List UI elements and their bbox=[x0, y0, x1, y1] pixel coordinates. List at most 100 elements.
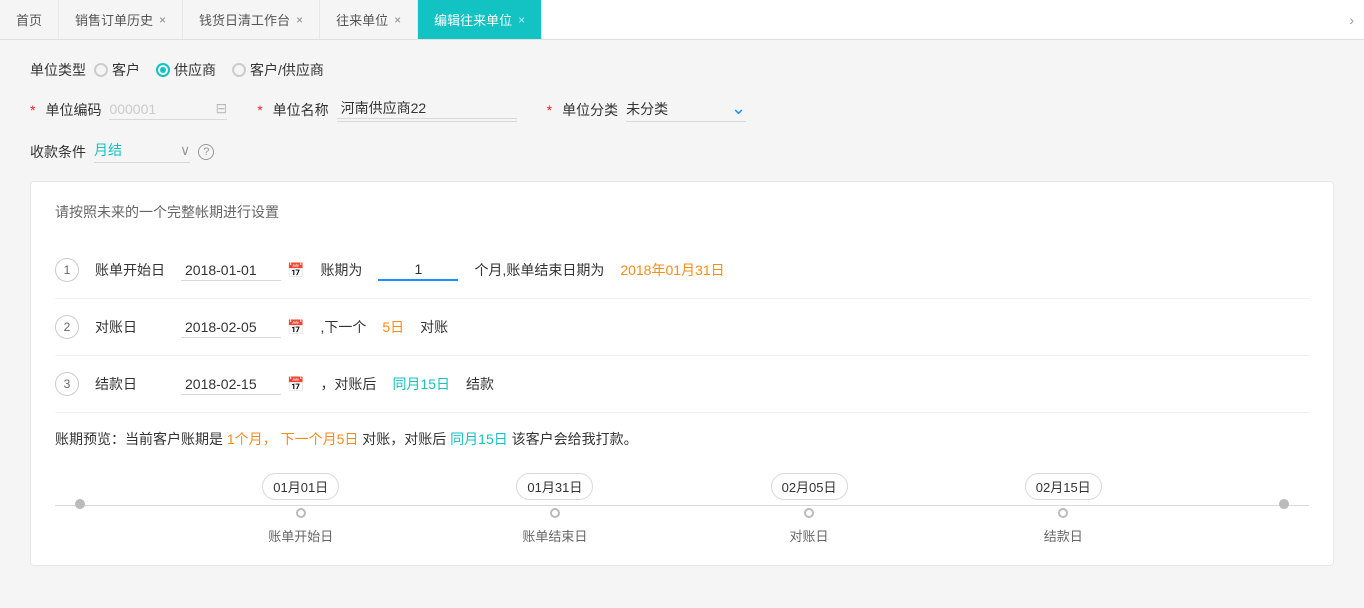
timeline-point-2: 01月31日 账单结束日 bbox=[516, 473, 593, 545]
timeline-start-dot bbox=[75, 499, 85, 509]
radio-circle-both bbox=[232, 63, 246, 77]
preview-next-date: 下一个月5日 bbox=[281, 431, 359, 447]
preview-end-text: 该客户会给我打款。 bbox=[512, 431, 638, 447]
preview-payment: 同月15日 bbox=[450, 431, 508, 447]
step-row-3: 3 结款日 📅 ，对账后 同月15日 结款 bbox=[55, 356, 1309, 413]
unit-category-label: 单位分类 bbox=[562, 100, 618, 120]
step-row-2: 2 对账日 📅 ,下一个 5日 对账 bbox=[55, 299, 1309, 356]
step-label-1: 账单开始日 bbox=[95, 260, 165, 280]
radio-supplier[interactable]: 供应商 bbox=[156, 60, 216, 80]
radio-customer[interactable]: 客户 bbox=[94, 60, 140, 80]
step-label-3: 结款日 bbox=[95, 374, 165, 394]
timeline-point-1: 01月01日 账单开始日 bbox=[262, 473, 339, 545]
step-2-desc-post: 对账 bbox=[420, 317, 448, 337]
unit-type-label: 单位类型 bbox=[30, 60, 86, 80]
step-num-3: 3 bbox=[55, 372, 79, 396]
payment-field: 收款条件 月结 ∨ ? bbox=[30, 140, 214, 163]
payment-row: 收款条件 月结 ∨ ? bbox=[30, 140, 1334, 163]
content-area: 单位类型 客户 供应商 客户/供应商 * 单位编码 bbox=[0, 40, 1364, 608]
calendar-icon[interactable]: 📅 bbox=[287, 319, 304, 336]
required-star: * bbox=[30, 102, 35, 118]
payment-select[interactable]: 月结 ∨ bbox=[94, 140, 190, 163]
unit-name-label: 单位名称 bbox=[273, 100, 329, 120]
close-icon[interactable]: × bbox=[394, 13, 401, 27]
tabs-bar: 首页 销售订单历史 × 钱货日清工作台 × 往来单位 × 编辑往来单位 × › bbox=[0, 0, 1364, 40]
preview-section: 账期预览：当前客户账期是 1个月， 下一个月5日 对账，对账后 同月15日 该客… bbox=[55, 413, 1309, 545]
unit-type-row: 单位类型 客户 供应商 客户/供应商 bbox=[30, 60, 1334, 80]
tab-expand-button[interactable]: › bbox=[1339, 0, 1364, 39]
preview-text: 账期预览：当前客户账期是 1个月， 下一个月5日 对账，对账后 同月15日 该客… bbox=[55, 429, 1309, 449]
copy-icon[interactable]: ⊟ bbox=[215, 100, 227, 117]
close-icon[interactable]: × bbox=[296, 13, 303, 27]
required-star: * bbox=[257, 102, 262, 118]
unit-category-value: 未分类 bbox=[626, 99, 727, 119]
close-icon[interactable]: × bbox=[159, 13, 166, 27]
tab-sales-history-label: 销售订单历史 bbox=[75, 10, 153, 29]
unit-code-input[interactable] bbox=[109, 101, 209, 117]
step-3-desc-post: 结款 bbox=[466, 374, 494, 394]
tl-badge-2: 01月31日 bbox=[516, 473, 593, 500]
unit-name-field: * 单位名称 bbox=[257, 98, 516, 122]
period-input[interactable] bbox=[378, 259, 458, 281]
unit-type-radio-group: 客户 供应商 客户/供应商 bbox=[94, 60, 324, 80]
unit-category-field: * 单位分类 未分类 ⌄ bbox=[547, 98, 746, 122]
timeline-dots: 01月01日 账单开始日 01月31日 账单结束日 bbox=[75, 473, 1289, 545]
timeline-end-dot bbox=[1279, 499, 1289, 509]
timeline-point-4: 02月15日 结款日 bbox=[1025, 473, 1102, 545]
step-date-3: 📅 bbox=[181, 374, 304, 395]
calendar-icon[interactable]: 📅 bbox=[287, 376, 304, 393]
radio-circle-customer bbox=[94, 63, 108, 77]
step-1-desc-pre: 账期为 bbox=[320, 260, 362, 280]
unit-name-input[interactable] bbox=[337, 98, 517, 119]
radio-supplier-label: 供应商 bbox=[174, 60, 216, 80]
tab-partner[interactable]: 往来单位 × bbox=[320, 0, 418, 39]
tab-sales-history[interactable]: 销售订单历史 × bbox=[59, 0, 183, 39]
step-2-desc-pre: ,下一个 bbox=[320, 317, 366, 337]
tab-home[interactable]: 首页 bbox=[0, 0, 59, 39]
required-star: * bbox=[547, 102, 552, 118]
close-icon[interactable]: × bbox=[518, 13, 525, 27]
radio-both-label: 客户/供应商 bbox=[250, 60, 324, 80]
step-1-date-input[interactable] bbox=[181, 260, 281, 281]
payment-value: 月结 bbox=[94, 140, 174, 160]
step-num-2: 2 bbox=[55, 315, 79, 339]
tl-label-3: 对账日 bbox=[790, 526, 829, 545]
unit-category-dropdown[interactable]: 未分类 ⌄ bbox=[626, 98, 746, 122]
tab-edit-partner-label: 编辑往来单位 bbox=[434, 10, 512, 29]
tab-home-label: 首页 bbox=[16, 10, 42, 29]
tab-edit-partner[interactable]: 编辑往来单位 × bbox=[418, 0, 542, 39]
chevron-right-icon: › bbox=[1349, 12, 1354, 28]
step-3-desc-pre: ，对账后 bbox=[320, 374, 376, 394]
unit-code-field: * 单位编码 ⊟ bbox=[30, 100, 227, 120]
calendar-icon[interactable]: 📅 bbox=[287, 262, 304, 279]
timeline-wrapper: 01月01日 账单开始日 01月31日 账单结束日 bbox=[55, 473, 1309, 545]
step-1-desc-mid: 个月,账单结束日期为 bbox=[474, 260, 604, 280]
tl-badge-4: 02月15日 bbox=[1025, 473, 1102, 500]
tl-dot-3 bbox=[804, 508, 814, 518]
unit-name-input-wrapper bbox=[337, 98, 517, 122]
payment-label: 收款条件 bbox=[30, 142, 86, 162]
step-3-date-input[interactable] bbox=[181, 374, 281, 395]
radio-both[interactable]: 客户/供应商 bbox=[232, 60, 324, 80]
preview-period: 1个月， bbox=[227, 431, 277, 447]
tl-badge-1: 01月01日 bbox=[262, 473, 339, 500]
unit-code-label: 单位编码 bbox=[45, 100, 101, 120]
help-icon[interactable]: ? bbox=[198, 144, 214, 160]
step-1-end-date: 2018年01月31日 bbox=[620, 260, 724, 280]
panel-hint: 请按照未来的一个完整帐期进行设置 bbox=[55, 202, 1309, 222]
step-row-1: 1 账单开始日 📅 账期为 个月,账单结束日期为 2018年01月31日 bbox=[55, 242, 1309, 299]
step-date-1: 📅 bbox=[181, 260, 304, 281]
timeline-point-3: 02月05日 对账日 bbox=[771, 473, 848, 545]
step-date-2: 📅 bbox=[181, 317, 304, 338]
tl-label-2: 账单结束日 bbox=[522, 526, 587, 545]
tab-partner-label: 往来单位 bbox=[336, 10, 388, 29]
unit-type-field: 单位类型 客户 供应商 客户/供应商 bbox=[30, 60, 324, 80]
tab-cashwork[interactable]: 钱货日清工作台 × bbox=[183, 0, 320, 39]
step-2-date-input[interactable] bbox=[181, 317, 281, 338]
step-2-next-highlight: 5日 bbox=[382, 317, 404, 337]
tl-label-4: 结款日 bbox=[1044, 526, 1083, 545]
tl-dot-4 bbox=[1058, 508, 1068, 518]
radio-customer-label: 客户 bbox=[112, 60, 140, 80]
step-num-1: 1 bbox=[55, 258, 79, 282]
settings-panel: 请按照未来的一个完整帐期进行设置 1 账单开始日 📅 账期为 个月,账单结束日期… bbox=[30, 181, 1334, 566]
